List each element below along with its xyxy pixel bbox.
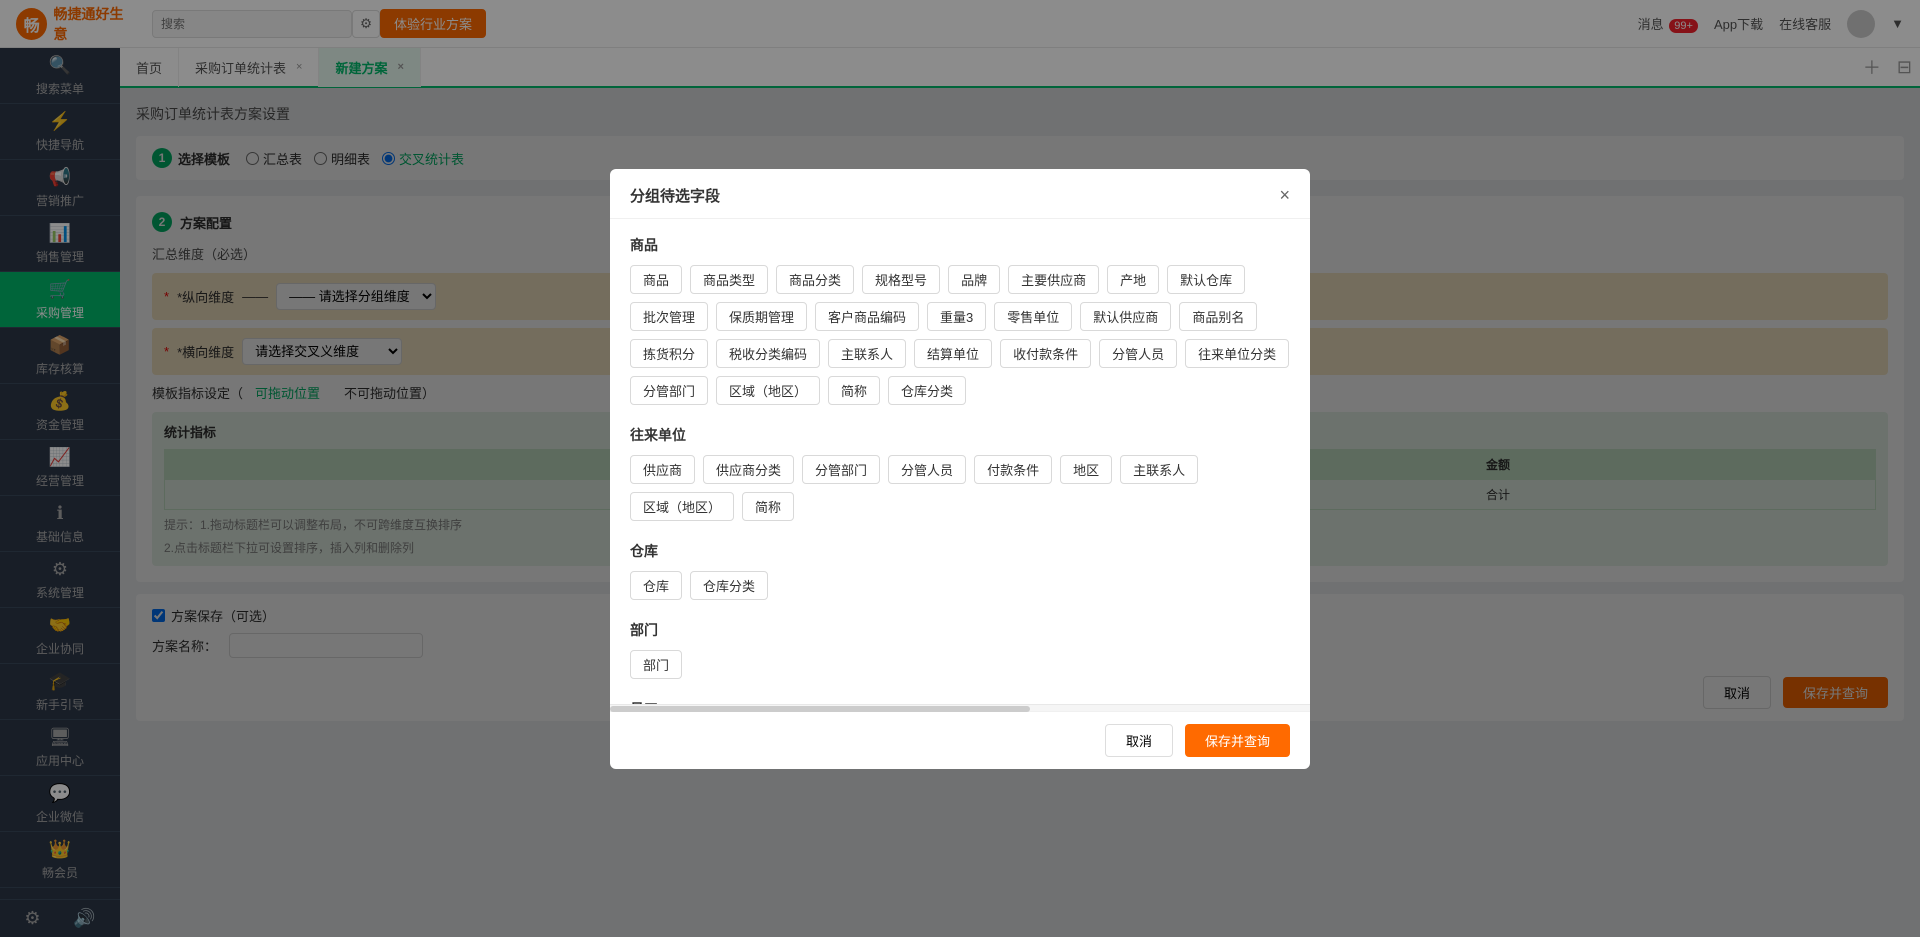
modal-title: 分组待选字段 xyxy=(630,185,720,206)
warehouse-tags: 仓库 仓库分类 xyxy=(630,571,1290,600)
tag-goods-3[interactable]: 商品分类 xyxy=(776,265,854,294)
field-group-warehouse: 仓库 仓库 仓库分类 xyxy=(630,541,1290,600)
tag-goods-16[interactable]: 拣货积分 xyxy=(630,339,708,368)
modal-footer: 取消 保存并查询 xyxy=(610,711,1310,769)
tag-goods-26[interactable]: 仓库分类 xyxy=(888,376,966,405)
tag-goods-15[interactable]: 商品别名 xyxy=(1179,302,1257,331)
dept-tags: 部门 xyxy=(630,650,1290,679)
modal-hscrollbar-thumb xyxy=(610,706,1030,712)
modal-save-button[interactable]: 保存并查询 xyxy=(1185,724,1290,757)
tag-goods-8[interactable]: 默认仓库 xyxy=(1167,265,1245,294)
tag-partner-5[interactable]: 付款条件 xyxy=(974,455,1052,484)
tag-partner-2[interactable]: 供应商分类 xyxy=(703,455,794,484)
tag-goods-18[interactable]: 主联系人 xyxy=(828,339,906,368)
group-goods-title: 商品 xyxy=(630,235,1290,255)
modal-hscrollbar[interactable] xyxy=(610,704,1310,710)
field-group-partner: 往来单位 供应商 供应商分类 分管部门 分管人员 付款条件 地区 主联系人 区域… xyxy=(630,425,1290,521)
modal-overlay: 分组待选字段 × 商品 商品 商品类型 商品分类 规格型号 品牌 主要供应商 产… xyxy=(0,0,1920,937)
tag-goods-1[interactable]: 商品 xyxy=(630,265,682,294)
tag-partner-9[interactable]: 简称 xyxy=(742,492,794,521)
tag-partner-1[interactable]: 供应商 xyxy=(630,455,695,484)
tag-goods-17[interactable]: 税收分类编码 xyxy=(716,339,820,368)
partner-tags: 供应商 供应商分类 分管部门 分管人员 付款条件 地区 主联系人 区域（地区） … xyxy=(630,455,1290,521)
tag-partner-3[interactable]: 分管部门 xyxy=(802,455,880,484)
tag-goods-20[interactable]: 收付款条件 xyxy=(1000,339,1091,368)
tag-warehouse-1[interactable]: 仓库 xyxy=(630,571,682,600)
tag-goods-19[interactable]: 结算单位 xyxy=(914,339,992,368)
group-dept-title: 部门 xyxy=(630,620,1290,640)
tag-goods-4[interactable]: 规格型号 xyxy=(862,265,940,294)
tag-partner-8[interactable]: 区域（地区） xyxy=(630,492,734,521)
modal-close-button[interactable]: × xyxy=(1279,185,1290,206)
modal-header: 分组待选字段 × xyxy=(610,169,1310,219)
tag-goods-2[interactable]: 商品类型 xyxy=(690,265,768,294)
tag-goods-25[interactable]: 简称 xyxy=(828,376,880,405)
tag-goods-6[interactable]: 主要供应商 xyxy=(1008,265,1099,294)
group-warehouse-title: 仓库 xyxy=(630,541,1290,561)
tag-partner-7[interactable]: 主联系人 xyxy=(1120,455,1198,484)
modal-body: 商品 商品 商品类型 商品分类 规格型号 品牌 主要供应商 产地 默认仓库 批次… xyxy=(610,219,1310,705)
tag-goods-11[interactable]: 客户商品编码 xyxy=(815,302,919,331)
tag-dept-1[interactable]: 部门 xyxy=(630,650,682,679)
tag-partner-6[interactable]: 地区 xyxy=(1060,455,1112,484)
tag-goods-9[interactable]: 批次管理 xyxy=(630,302,708,331)
tag-goods-5[interactable]: 品牌 xyxy=(948,265,1000,294)
field-group-dept: 部门 部门 xyxy=(630,620,1290,679)
modal-cancel-button[interactable]: 取消 xyxy=(1105,724,1173,757)
tag-goods-13[interactable]: 零售单位 xyxy=(994,302,1072,331)
goods-tags: 商品 商品类型 商品分类 规格型号 品牌 主要供应商 产地 默认仓库 批次管理 … xyxy=(630,265,1290,405)
tag-goods-7[interactable]: 产地 xyxy=(1107,265,1159,294)
group-partner-title: 往来单位 xyxy=(630,425,1290,445)
tag-goods-21[interactable]: 分管人员 xyxy=(1099,339,1177,368)
modal: 分组待选字段 × 商品 商品 商品类型 商品分类 规格型号 品牌 主要供应商 产… xyxy=(610,169,1310,769)
tag-goods-22[interactable]: 往来单位分类 xyxy=(1185,339,1289,368)
field-group-goods: 商品 商品 商品类型 商品分类 规格型号 品牌 主要供应商 产地 默认仓库 批次… xyxy=(630,235,1290,405)
tag-goods-23[interactable]: 分管部门 xyxy=(630,376,708,405)
tag-goods-10[interactable]: 保质期管理 xyxy=(716,302,807,331)
tag-warehouse-2[interactable]: 仓库分类 xyxy=(690,571,768,600)
tag-goods-24[interactable]: 区域（地区） xyxy=(716,376,820,405)
tag-partner-4[interactable]: 分管人员 xyxy=(888,455,966,484)
tag-goods-12[interactable]: 重量3 xyxy=(927,302,986,331)
tag-goods-14[interactable]: 默认供应商 xyxy=(1080,302,1171,331)
